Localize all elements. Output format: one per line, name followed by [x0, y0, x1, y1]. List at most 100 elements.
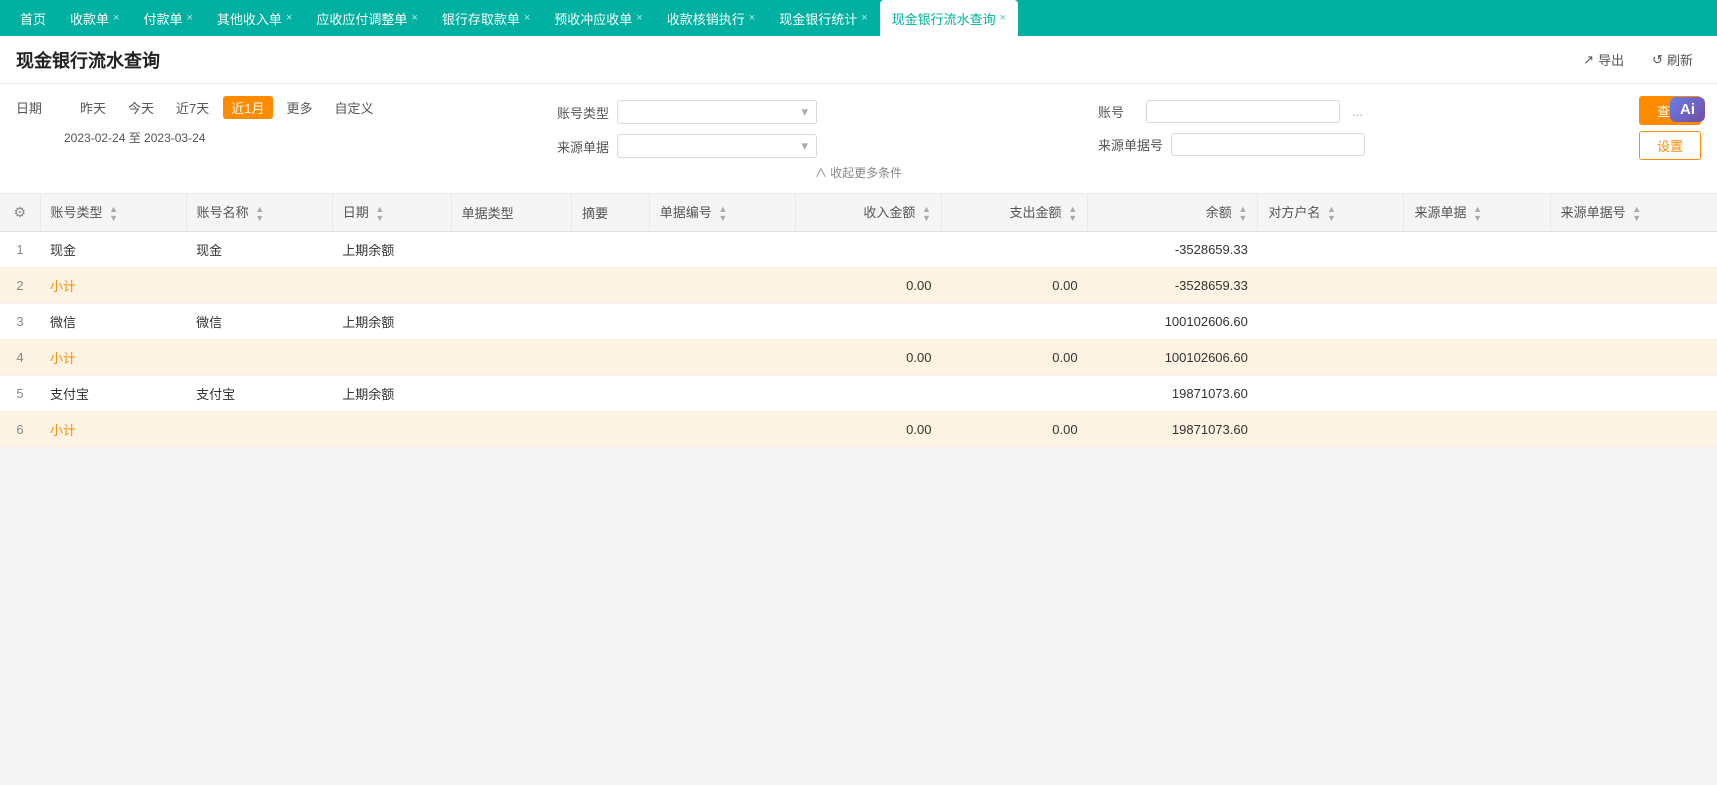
date-opt-7days[interactable]: 近7天 [168, 96, 217, 119]
nav-close-adjust[interactable]: × [411, 12, 417, 24]
date-options: 昨天 今天 近7天 近1月 更多 自定义 [72, 96, 382, 119]
nav-otherin[interactable]: 其他收入单 × [205, 0, 304, 36]
cell-doc-no [649, 411, 795, 447]
top-nav: 首页 收款单 × 付款单 × 其他收入单 × 应收应付调整单 × 银行存取款单 … [0, 0, 1717, 36]
th-source-doc-no: 来源单据号 ▲▼ [1550, 194, 1717, 231]
page-title: 现金银行流水查询 [16, 47, 160, 73]
table-row: 4 小计 0.00 0.00 100102606.60 [0, 339, 1717, 375]
cell-doc-type [451, 303, 571, 339]
cell-account-type: 小计 [40, 267, 186, 303]
nav-shoukuandan[interactable]: 收款单 × [58, 0, 131, 36]
cell-counterparty [1258, 231, 1404, 267]
sort-account-type[interactable]: ▲▼ [109, 205, 118, 223]
cell-account-name: 微信 [186, 303, 332, 339]
cell-source-doc-no [1550, 303, 1717, 339]
nav-close-fukuandan[interactable]: × [186, 12, 192, 24]
table-row: 2 小计 0.00 0.00 -3528659.33 [0, 267, 1717, 303]
export-button[interactable]: ↗ 导出 [1575, 46, 1632, 73]
cell-doc-type [451, 267, 571, 303]
ai-badge[interactable]: Ai [1670, 97, 1705, 122]
nav-prepay[interactable]: 预收冲应收单 × [542, 0, 654, 36]
sort-counterparty[interactable]: ▲▼ [1327, 205, 1336, 223]
account-input[interactable] [1146, 100, 1340, 123]
nav-close-cashflow[interactable]: × [1000, 12, 1006, 24]
cell-date [332, 339, 451, 375]
nav-home[interactable]: 首页 [8, 0, 58, 36]
cell-doc-no [649, 231, 795, 267]
date-opt-more[interactable]: 更多 [279, 96, 321, 119]
cell-account-type: 支付宝 [40, 375, 186, 411]
th-expense: 支出金额 ▲▼ [941, 194, 1087, 231]
sort-expense[interactable]: ▲▼ [1068, 205, 1077, 223]
sort-income[interactable]: ▲▼ [922, 205, 931, 223]
source-doc-no-input[interactable] [1171, 133, 1365, 156]
source-doc-no-label: 来源单据号 [1098, 135, 1163, 154]
date-label: 日期 [16, 98, 56, 117]
source-doc-label: 来源单据 [557, 137, 609, 156]
sort-balance[interactable]: ▲▼ [1238, 205, 1247, 223]
sort-source-doc[interactable]: ▲▼ [1473, 205, 1482, 223]
cell-account-name: 支付宝 [186, 375, 332, 411]
date-range-display: 2023-02-24 至 2023-03-24 [64, 129, 533, 146]
date-opt-custom[interactable]: 自定义 [327, 96, 382, 119]
cell-counterparty [1258, 375, 1404, 411]
cell-source-doc [1404, 303, 1550, 339]
account-type-select[interactable]: ▾ [617, 100, 817, 124]
cell-summary [572, 411, 650, 447]
source-doc-select[interactable]: ▾ [617, 134, 817, 158]
nav-bankdeposit[interactable]: 银行存取款单 × [430, 0, 542, 36]
th-account-type: 账号类型 ▲▼ [40, 194, 186, 231]
cell-account-type: 小计 [40, 411, 186, 447]
refresh-button[interactable]: ↺ 刷新 [1644, 46, 1701, 73]
nav-fukuandan[interactable]: 付款单 × [131, 0, 204, 36]
sort-account-name[interactable]: ▲▼ [255, 205, 264, 223]
account-dots[interactable]: ... [1348, 104, 1367, 119]
cell-balance: 19871073.60 [1088, 411, 1258, 447]
cell-date: 上期余额 [332, 303, 451, 339]
cell-source-doc [1404, 231, 1550, 267]
cell-seq: 2 [0, 267, 40, 303]
nav-close-statistics[interactable]: × [861, 12, 867, 24]
nav-close-otherin[interactable]: × [286, 12, 292, 24]
nav-cashflow[interactable]: 现金银行流水查询 × [880, 0, 1018, 36]
sort-doc-no[interactable]: ▲▼ [718, 205, 727, 223]
header-actions: ↗ 导出 ↺ 刷新 [1575, 46, 1701, 73]
nav-adjust[interactable]: 应收应付调整单 × [304, 0, 429, 36]
cell-summary [572, 231, 650, 267]
cell-summary [572, 339, 650, 375]
cell-source-doc-no [1550, 339, 1717, 375]
nav-verification[interactable]: 收款核销执行 × [655, 0, 767, 36]
cell-account-name: 现金 [186, 231, 332, 267]
cell-account-name [186, 411, 332, 447]
sort-source-doc-no[interactable]: ▲▼ [1632, 205, 1641, 223]
cell-doc-no [649, 339, 795, 375]
cell-income [795, 303, 941, 339]
nav-close-verification[interactable]: × [749, 12, 755, 24]
collapse-bar[interactable]: ∧ 收起更多条件 [16, 160, 1701, 185]
cell-counterparty [1258, 267, 1404, 303]
cell-income: 0.00 [795, 339, 941, 375]
cell-account-name [186, 267, 332, 303]
chevron-down-icon: ▾ [801, 104, 808, 120]
cell-counterparty [1258, 411, 1404, 447]
sort-date[interactable]: ▲▼ [375, 205, 384, 223]
nav-close-shoukuandan[interactable]: × [113, 12, 119, 24]
cell-income: 0.00 [795, 267, 941, 303]
th-date: 日期 ▲▼ [332, 194, 451, 231]
cell-doc-type [451, 411, 571, 447]
table-row: 5 支付宝 支付宝 上期余额 19871073.60 [0, 375, 1717, 411]
nav-close-prepay[interactable]: × [636, 12, 642, 24]
cell-account-type: 小计 [40, 339, 186, 375]
nav-close-bankdeposit[interactable]: × [524, 12, 530, 24]
gear-icon[interactable]: ⚙ [13, 204, 26, 220]
cell-expense: 0.00 [941, 267, 1087, 303]
th-doc-type: 单据类型 [451, 194, 571, 231]
settings-button[interactable]: 设置 [1639, 131, 1701, 160]
date-opt-today[interactable]: 今天 [120, 96, 162, 119]
date-opt-yesterday[interactable]: 昨天 [72, 96, 114, 119]
account-type-label: 账号类型 [557, 103, 609, 122]
page-header: 现金银行流水查询 ↗ 导出 ↺ 刷新 [0, 36, 1717, 84]
cell-summary [572, 267, 650, 303]
date-opt-1month[interactable]: 近1月 [223, 96, 272, 119]
nav-statistics[interactable]: 现金银行统计 × [767, 0, 879, 36]
